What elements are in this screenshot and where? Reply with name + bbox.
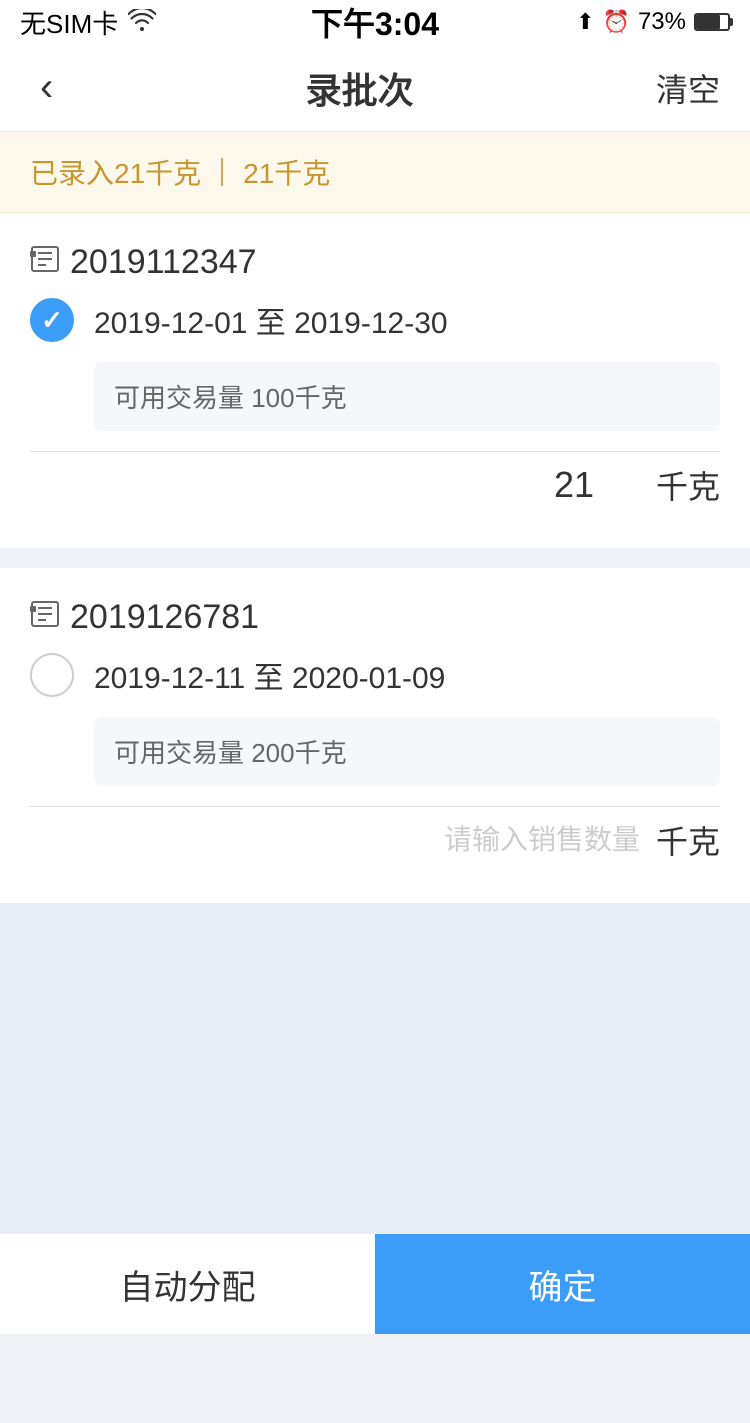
alarm-icon: ⏰: [603, 9, 630, 35]
carrier-label: 无SIM卡: [20, 4, 118, 41]
batch-date-2: 2019-12-11 至 2020-01-09: [94, 653, 445, 697]
section-gap: [0, 548, 750, 568]
battery-label: 73%: [638, 8, 686, 36]
batch-checkbox-1[interactable]: [30, 298, 74, 342]
info-entered-label: 已录入21千克: [30, 152, 201, 192]
confirm-button[interactable]: 确定: [375, 1234, 750, 1334]
back-button[interactable]: ‹: [30, 55, 63, 120]
quantity-row-2: 千克: [30, 807, 720, 883]
batch-icon-2: [30, 600, 60, 636]
quantity-input-2[interactable]: [340, 824, 640, 856]
batch-card-2: 2019126781 2019-12-11 至 2020-01-09 可用交易量…: [0, 568, 750, 903]
quantity-unit-1: 千克: [656, 462, 720, 508]
bottom-bar: 自动分配 确定: [0, 1234, 750, 1334]
quantity-value-1: 21: [554, 464, 594, 506]
batch-id-1: 2019112347: [70, 243, 257, 282]
info-value: 21千克: [243, 152, 330, 192]
quantity-unit-2: 千克: [656, 817, 720, 863]
batch-row-2[interactable]: 2019-12-11 至 2020-01-09: [30, 653, 720, 697]
wifi-icon: [128, 7, 156, 38]
nav-bar: ‹ 录批次 清空: [0, 44, 750, 132]
batch-date-1: 2019-12-01 至 2019-12-30: [94, 298, 448, 342]
batch-icon-1: [30, 245, 60, 281]
status-right: ⬆ ⏰ 73%: [576, 8, 730, 36]
location-icon: ⬆: [576, 9, 594, 35]
batch-avail-1: 可用交易量 100千克: [94, 362, 720, 431]
batch-id-2: 2019126781: [70, 598, 259, 637]
quantity-row-1: 21 千克: [30, 452, 720, 528]
batch-header-1: 2019112347: [30, 243, 720, 282]
batch-avail-2: 可用交易量 200千克: [94, 717, 720, 786]
batch-checkbox-2[interactable]: [30, 653, 74, 697]
page-title: 录批次: [306, 62, 414, 114]
status-left: 无SIM卡: [20, 4, 156, 41]
batch-header-2: 2019126781: [30, 598, 720, 637]
info-banner: 已录入21千克 21千克: [0, 132, 750, 213]
info-divider: [221, 158, 223, 186]
clear-button[interactable]: 清空: [656, 65, 720, 111]
batch-card-1: 2019112347 2019-12-01 至 2019-12-30 可用交易量…: [0, 213, 750, 548]
time-display: 下午3:04: [311, 0, 439, 45]
auto-distribute-button[interactable]: 自动分配: [0, 1234, 375, 1334]
battery-icon: [694, 13, 730, 31]
batch-row-1[interactable]: 2019-12-01 至 2019-12-30: [30, 298, 720, 342]
status-bar: 无SIM卡 下午3:04 ⬆ ⏰ 73%: [0, 0, 750, 44]
